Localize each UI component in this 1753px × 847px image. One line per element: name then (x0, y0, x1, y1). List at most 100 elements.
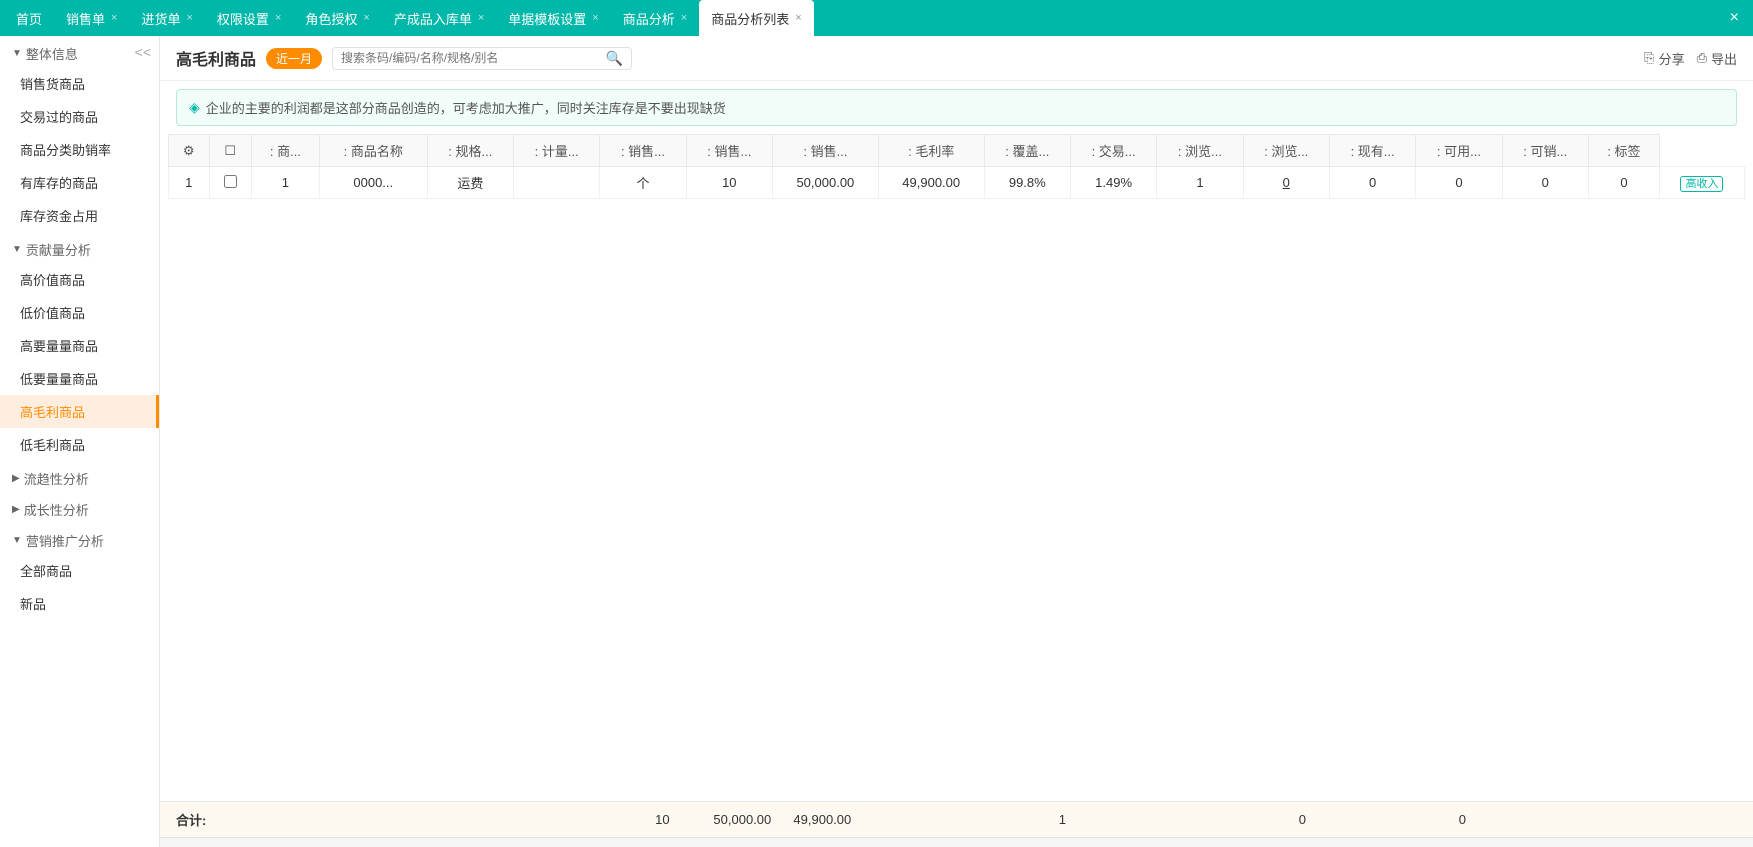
horizontal-scrollbar-area[interactable] (160, 837, 1753, 847)
sidebar-item-high-volume[interactable]: 高要量量商品 (0, 329, 159, 362)
cell-check[interactable] (209, 167, 251, 199)
export-icon: ⎙ (1697, 50, 1707, 66)
cell-sales_qty: 10 (686, 167, 772, 199)
sidebar-group-marketing[interactable]: ▼ 营销推广分析 (0, 523, 159, 554)
nav-tab-home[interactable]: 首页 (4, 0, 54, 36)
close-tab-product-analysis[interactable]: × (681, 12, 687, 24)
table-body: 110000...运费个1050,000.0049,900.0099.8%1.4… (169, 167, 1745, 199)
col-header-view1[interactable]: : 浏览... (1157, 135, 1243, 167)
nav-tab-purchase[interactable]: 进货单 × (129, 0, 204, 36)
col-header-check[interactable]: ☐ (209, 135, 251, 167)
cell-trans: 1 (1157, 167, 1243, 199)
share-button[interactable]: ⎘ 分享 (1644, 49, 1684, 68)
close-tab-sales[interactable]: × (111, 12, 117, 24)
footer-current-stock: 0 (1262, 812, 1342, 827)
search-bar: 🔍 (332, 47, 632, 70)
sidebar-item-category-rate[interactable]: 商品分类助销率 (0, 133, 159, 166)
close-tab-product-analysis-list[interactable]: × (795, 12, 801, 24)
header-actions: ⎘ 分享 ⎙ 导出 (1644, 49, 1737, 68)
arrow-icon-flow: ▶ (12, 473, 20, 484)
cell-seq: 1 (169, 167, 210, 199)
sidebar-item-all-goods[interactable]: 全部商品 (0, 554, 159, 587)
sidebar-collapse-button[interactable]: << (135, 44, 151, 60)
close-tab-template[interactable]: × (592, 12, 598, 24)
close-tab-finished-goods[interactable]: × (478, 12, 484, 24)
nav-tab-product-analysis-list[interactable]: 商品分析列表 × (699, 0, 813, 36)
cell-current_stock: 0 (1416, 167, 1502, 199)
col-header-settings[interactable]: ⚙ (169, 135, 210, 167)
nav-tab-product-analysis[interactable]: 商品分析 × (611, 0, 699, 36)
cell-tag: 高收入 (1659, 167, 1744, 199)
col-header-sales-qty[interactable]: : 销售... (600, 135, 686, 167)
nav-tab-permissions[interactable]: 权限设置 × (205, 0, 293, 36)
sidebar-item-low-margin[interactable]: 低毛利商品 (0, 428, 159, 461)
cell-spec (513, 167, 599, 199)
cell-name: 运费 (427, 167, 513, 199)
table-header-row: ⚙ ☐ : 商... : 商品名称 : 规格... : 计量... : 销售..… (169, 135, 1745, 167)
sidebar-group-flow[interactable]: ▶ 流趋性分析 (0, 461, 159, 492)
col-header-sales-profit[interactable]: : 销售... (772, 135, 878, 167)
col-header-view2[interactable]: : 浏览... (1243, 135, 1329, 167)
sidebar-item-new-goods[interactable]: 新品 (0, 587, 159, 620)
cell-gross_margin: 99.8% (984, 167, 1070, 199)
col-header-current-stock[interactable]: : 现有... (1329, 135, 1415, 167)
share-icon: ⎘ (1644, 50, 1654, 66)
footer-summary: 合计: 10 50,000.00 49,900.00 1 0 0 (160, 801, 1753, 837)
page-title: 高毛利商品 (176, 46, 256, 70)
col-header-code[interactable]: : 商... (251, 135, 319, 167)
col-header-coverage[interactable]: : 覆盖... (984, 135, 1070, 167)
cell-sales_profit: 49,900.00 (878, 167, 984, 199)
top-navigation: 首页 销售单 × 进货单 × 权限设置 × 角色授权 × 产成品入库单 × 单据… (0, 0, 1753, 36)
content-header: 高毛利商品 近一月 🔍 ⎘ 分享 ⎙ 导出 (160, 36, 1753, 81)
filter-period-button[interactable]: 近一月 (266, 48, 322, 69)
col-header-spec[interactable]: : 规格... (427, 135, 513, 167)
nav-tab-template[interactable]: 单据模板设置 × (496, 0, 610, 36)
col-header-trans[interactable]: : 交易... (1070, 135, 1156, 167)
footer-sellable: 0 (1422, 812, 1502, 827)
close-tab-permissions[interactable]: × (275, 12, 281, 24)
product-table: ⚙ ☐ : 商... : 商品名称 : 规格... : 计量... : 销售..… (168, 134, 1745, 199)
col-header-tag[interactable]: : 标签 (1588, 135, 1659, 167)
content-area: 高毛利商品 近一月 🔍 ⎘ 分享 ⎙ 导出 ◈ 企业的主要的利润都是这部分商品创… (160, 36, 1753, 847)
cell-code: 0000... (319, 167, 427, 199)
cell-view1[interactable]: 0 (1243, 167, 1329, 199)
sidebar-item-stock-capital[interactable]: 库存资金占用 (0, 199, 159, 232)
footer-trans: 1 (1022, 812, 1102, 827)
cell-sellable: 0 (1588, 167, 1659, 199)
sidebar-item-low-value[interactable]: 低价值商品 (0, 296, 159, 329)
close-tab-purchase[interactable]: × (186, 12, 192, 24)
nav-tab-roles[interactable]: 角色授权 × (293, 0, 381, 36)
sidebar-item-in-stock[interactable]: 有库存的商品 (0, 166, 159, 199)
info-banner: ◈ 企业的主要的利润都是这部分商品创造的，可考虑加大推广，同时关注库存是不要出现… (176, 89, 1737, 126)
cell-view2: 0 (1329, 167, 1415, 199)
cell-available_stock: 0 (1502, 167, 1588, 199)
col-header-name[interactable]: : 商品名称 (319, 135, 427, 167)
sidebar-group-growth[interactable]: ▶ 成长性分析 (0, 492, 159, 523)
diamond-icon: ◈ (189, 99, 200, 116)
sidebar-group-contribution[interactable]: ▼ 贡献量分析 (0, 232, 159, 263)
close-tab-roles[interactable]: × (363, 12, 369, 24)
col-header-sales-amount[interactable]: : 销售... (686, 135, 772, 167)
arrow-icon-marketing: ▼ (12, 535, 22, 546)
col-header-gross-margin[interactable]: : 毛利率 (878, 135, 984, 167)
sidebar-item-traded-goods[interactable]: 交易过的商品 (0, 100, 159, 133)
search-input[interactable] (341, 51, 602, 65)
cell-seq: 1 (251, 167, 319, 199)
arrow-icon-contribution: ▼ (12, 244, 22, 255)
sidebar: << ▼ 整体信息 销售货商品 交易过的商品 商品分类助销率 有库存的商品 库存… (0, 36, 160, 847)
sidebar-item-sales-goods[interactable]: 销售货商品 (0, 67, 159, 100)
footer-sales-profit: 49,900.00 (782, 812, 862, 827)
col-header-available-stock[interactable]: : 可用... (1416, 135, 1502, 167)
sidebar-item-low-volume[interactable]: 低要量量商品 (0, 362, 159, 395)
export-button[interactable]: ⎙ 导出 (1697, 49, 1737, 68)
table-row: 110000...运费个1050,000.0049,900.0099.8%1.4… (169, 167, 1745, 199)
close-window-button[interactable]: × (1720, 9, 1749, 27)
main-layout: << ▼ 整体信息 销售货商品 交易过的商品 商品分类助销率 有库存的商品 库存… (0, 36, 1753, 847)
sidebar-item-high-value[interactable]: 高价值商品 (0, 263, 159, 296)
nav-tab-sales[interactable]: 销售单 × (54, 0, 129, 36)
col-header-unit[interactable]: : 计量... (513, 135, 599, 167)
col-header-sellable[interactable]: : 可销... (1502, 135, 1588, 167)
arrow-icon-growth: ▶ (12, 504, 20, 515)
nav-tab-finished-goods[interactable]: 产成品入库单 × (382, 0, 496, 36)
sidebar-item-high-margin[interactable]: 高毛利商品 (0, 395, 159, 428)
